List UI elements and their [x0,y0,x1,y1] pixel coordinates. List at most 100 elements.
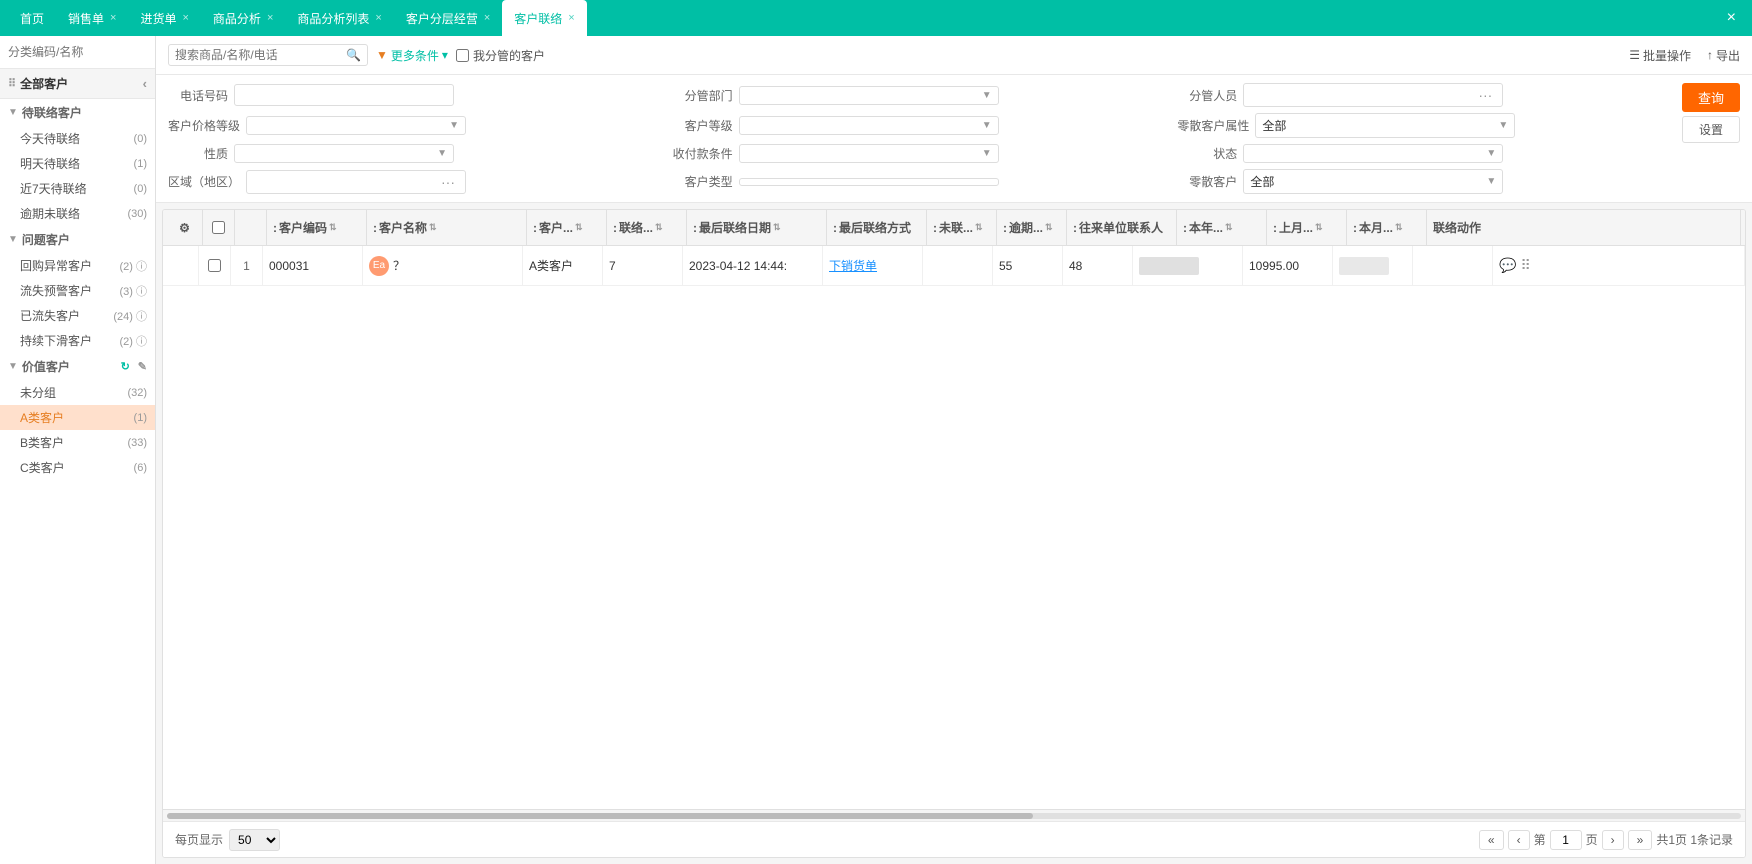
nav-tab-customer-contact[interactable]: 客户联络 × [502,0,586,36]
main-search-icon[interactable]: 🔍 [346,48,361,62]
first-page-button[interactable]: « [1479,830,1504,850]
sidebar-item-class-c[interactable]: C类客户 (6) [0,455,155,480]
th-settings[interactable]: ⚙ [167,210,203,245]
select-all-checkbox[interactable] [212,221,225,234]
filter-status-select[interactable]: ▼ [1243,144,1503,163]
filter-nature-select[interactable]: ▼ [234,144,454,163]
th-no-contact-days[interactable]: : 未联... ⇅ [927,210,997,245]
sidebar-item-today-pending[interactable]: 今天待联络 (0) [0,126,155,151]
nav-tab-sales[interactable]: 销售单 × [56,0,128,36]
sidebar-item-7day-pending[interactable]: 近7天待联络 (0) [0,176,155,201]
filter-payment: 收付款条件 ▼ [673,144,1162,163]
page-number-input[interactable] [1550,830,1582,850]
region-dots-icon[interactable]: ··· [437,174,459,190]
td-last-month-1 [1333,246,1413,285]
nav-tab-customer-tier[interactable]: 客户分层经营 × [394,0,502,36]
more-conditions-button[interactable]: ▼ 更多条件 ▾ [376,47,448,64]
scrollbar-thumb[interactable] [167,813,1033,819]
th-last-contact-date[interactable]: : 最后联络日期 ⇅ [687,210,827,245]
td-checkbox-1[interactable] [199,246,231,285]
nav-tab-analysis[interactable]: 商品分析 × [201,0,285,36]
filter-price-level-select[interactable]: ▼ [246,116,466,135]
edit-icon[interactable]: ✎ [138,360,147,373]
filter-retail-attr-select[interactable]: 全部 ▼ [1255,113,1515,138]
footer-pagination-right: « ‹ 第 页 › » 共1页 1条记录 [1479,830,1733,850]
sidebar-item-declining[interactable]: 持续下滑客户 (2) ⓘ [0,328,155,353]
filter-dept-select[interactable]: ▼ [739,86,999,105]
refresh-icon[interactable]: ↻ [121,360,130,373]
settings-button[interactable]: 设置 [1682,116,1740,143]
filter-manager-select[interactable]: ··· [1243,83,1503,107]
prev-page-button[interactable]: ‹ [1508,830,1530,850]
sidebar-item-tomorrow-pending[interactable]: 明天待联络 (1) [0,151,155,176]
my-customers-checkbox[interactable] [456,49,469,62]
sidebar-group-value-customers[interactable]: ▼ 价值客户 ↻ ✎ [0,353,155,380]
th-contact-action: 联络动作 [1427,210,1741,245]
th-checkbox[interactable] [203,210,235,245]
filter-payment-select[interactable]: ▼ [739,144,999,163]
last-page-button[interactable]: » [1628,830,1653,850]
filter-customer-level-select[interactable]: ▼ [739,116,999,135]
manager-dots-icon[interactable]: ··· [1474,87,1496,103]
filter-retail-customer-select[interactable]: 全部 ▼ [1243,169,1503,194]
nav-home[interactable]: 首页 [8,0,56,36]
sidebar-item-class-b[interactable]: B类客户 (33) [0,430,155,455]
close-analysis-list-tab[interactable]: × [375,12,381,24]
th-customer-code[interactable]: : 客户编码 ⇅ [267,210,367,245]
th-customer-level[interactable]: : 客户... ⇅ [527,210,607,245]
action-comment-icon[interactable]: 💬 [1499,257,1516,274]
sidebar-group-pending-contact[interactable]: ▼ 待联络客户 [0,99,155,126]
sort-nocontact-icon: ⇅ [975,222,983,233]
close-sales-tab[interactable]: × [110,12,116,24]
filter-dept: 分管部门 ▼ [673,86,1162,105]
main-search-input[interactable] [175,48,342,62]
sidebar-item-churned[interactable]: 已流失客户 (24) ⓘ [0,303,155,328]
close-purchase-tab[interactable]: × [182,12,188,24]
filter-status: 状态 ▼ [1177,144,1666,163]
filter-row-2: 客户价格等级 ▼ 客户等级 ▼ [168,113,1666,138]
td-overdue-1: 55 [993,246,1063,285]
th-unit-contact[interactable]: : 往来单位联系人 [1067,210,1177,245]
sidebar-group-problem-customers[interactable]: ▼ 问题客户 [0,226,155,253]
last-method-link-1[interactable]: 下销货单 [829,257,877,274]
filter-customer-type-select[interactable] [739,178,999,186]
close-customer-tier-tab[interactable]: × [484,12,490,24]
th-overdue-days[interactable]: : 逾期... ⇅ [997,210,1067,245]
sidebar-search-input[interactable] [8,45,156,59]
close-customer-contact-tab[interactable]: × [568,12,574,24]
th-this-year-amount[interactable]: : 本年... ⇅ [1177,210,1267,245]
th-customer-name[interactable]: : 客户名称 ⇅ [367,210,527,245]
next-page-button[interactable]: › [1602,830,1624,850]
th-this-month-amount[interactable]: : 本月... ⇅ [1347,210,1427,245]
close-analysis-tab[interactable]: × [267,12,273,24]
th-last-contact-method[interactable]: : 最后联络方式 [827,210,927,245]
query-button[interactable]: 查询 [1682,83,1740,112]
sidebar-collapse-icon[interactable]: ‹ [143,76,147,91]
filter-phone-input[interactable] [234,84,454,106]
window-close-button[interactable]: × [1719,9,1744,27]
th-last-month-amount[interactable]: : 上月... ⇅ [1267,210,1347,245]
filter-region-select[interactable]: ··· [246,170,466,194]
th-contact-count[interactable]: : 联络... ⇅ [607,210,687,245]
td-no-contact-1 [923,246,993,285]
export-button[interactable]: ↑ 导出 [1707,47,1740,64]
filter-status-label: 状态 [1177,145,1237,162]
sidebar-item-overdue-contact[interactable]: 逾期未联络 (30) [0,201,155,226]
last-month-bar-1 [1339,257,1389,275]
filter-region-label: 区域（地区） [168,173,240,190]
action-more-icon[interactable]: ⠿ [1520,257,1530,274]
sidebar-item-ungrouped[interactable]: 未分组 (32) [0,380,155,405]
sort-thismonth-icon: ⇅ [1395,222,1403,233]
sidebar-item-repurchase-abnormal[interactable]: 回购异常客户 (2) ⓘ [0,253,155,278]
row-checkbox-1[interactable] [208,259,221,272]
td-contact-count-1: 7 [603,246,683,285]
nav-tab-analysis-list[interactable]: 商品分析列表 × [285,0,393,36]
sidebar-item-class-a[interactable]: A类客户 (1) [0,405,155,430]
nav-tab-purchase[interactable]: 进货单 × [128,0,200,36]
horizontal-scrollbar[interactable] [163,809,1745,821]
per-page-select[interactable]: 50 100 200 [229,829,280,851]
filter-price-level: 客户价格等级 ▼ [168,116,657,135]
td-last-contact-method-1[interactable]: 下销货单 [823,246,923,285]
batch-operations-button[interactable]: ☰ 批量操作 [1629,47,1691,64]
sidebar-item-churn-warning[interactable]: 流失预警客户 (3) ⓘ [0,278,155,303]
